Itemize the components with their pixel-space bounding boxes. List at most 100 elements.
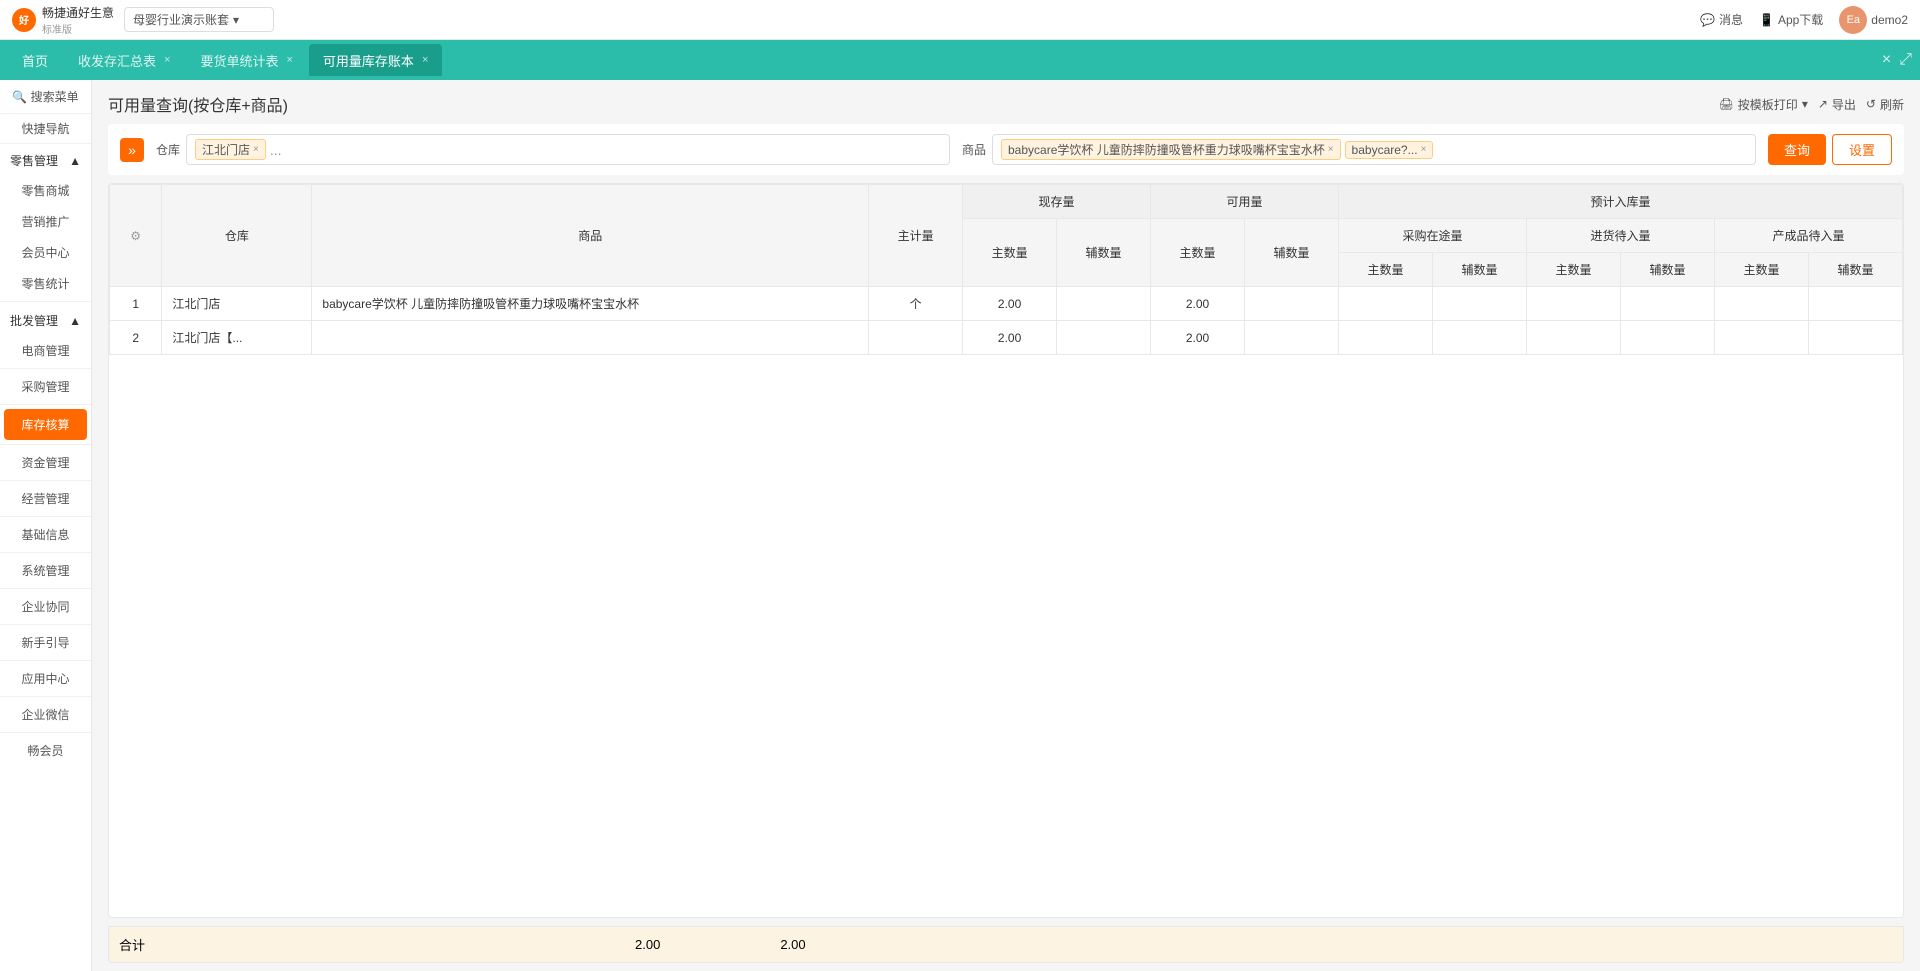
divider-1 <box>0 301 91 302</box>
close-window-button[interactable]: × <box>1882 51 1891 69</box>
app-download-button[interactable]: 📱 App下载 <box>1759 11 1823 28</box>
cell-purchase-main <box>1339 287 1433 321</box>
product-input[interactable]: babycare学饮杯 儿童防摔防撞吸管杯重力球吸嘴杯宝宝水杯 × babyca… <box>992 134 1756 165</box>
gear-icon[interactable]: ⚙ <box>130 229 141 243</box>
sidebar-item-purchase[interactable]: 采购管理 <box>0 371 91 402</box>
th-purchase-transit: 采购在途量 <box>1339 219 1527 253</box>
filter-expand-button[interactable]: » <box>120 138 144 162</box>
sidebar-section-wholesale-header[interactable]: 批发管理 ▲ <box>0 304 91 335</box>
cell-index: 2 <box>110 321 162 355</box>
sidebar-quick-nav[interactable]: 快捷导航 <box>0 114 91 144</box>
cell-available-sub <box>1245 321 1339 355</box>
tab-home[interactable]: 首页 <box>8 44 62 76</box>
sidebar-section-wholesale: 批发管理 ▲ 电商管理 <box>0 304 91 366</box>
cell-arrival-main <box>1526 287 1620 321</box>
chevron-icon: ▲ <box>69 314 81 328</box>
cell-current-main: 2.00 <box>963 321 1057 355</box>
cell-production-sub <box>1808 287 1902 321</box>
page-header: 可用量查询(按仓库+商品) 🖨 按模板打印 ▾ ↗ 导出 ↺ 刷新 <box>92 80 1920 124</box>
query-button[interactable]: 查询 <box>1768 134 1826 165</box>
th-main-unit: 主计量 <box>869 185 963 287</box>
table-row: 1 江北门店 babycare学饮杯 儿童防摔防撞吸管杯重力球吸嘴杯宝宝水杯 个… <box>110 287 1903 321</box>
th-available-sub: 辅数量 <box>1245 219 1339 287</box>
cell-arrival-sub <box>1620 287 1714 321</box>
filter-area: » 仓库 江北门店 × ... 商品 babycare学饮杯 儿童防摔防撞吸管杯… <box>108 124 1904 175</box>
cell-product: babycare学饮杯 儿童防摔防撞吸管杯重力球吸嘴杯宝宝水杯 <box>312 287 869 321</box>
cell-production-main <box>1714 287 1808 321</box>
close-icon[interactable]: × <box>286 54 292 66</box>
summary-available: 2.00 <box>780 937 805 952</box>
cell-current-sub <box>1057 321 1151 355</box>
cell-index: 1 <box>110 287 162 321</box>
sidebar-item-finance[interactable]: 资金管理 <box>0 447 91 478</box>
nav-tabs: 首页 收发存汇总表 × 要货单统计表 × 可用量库存账本 × × ⤢ <box>0 40 1920 80</box>
refresh-button[interactable]: ↺ 刷新 <box>1866 96 1904 113</box>
product-tag-1: babycare学饮杯 儿童防摔防撞吸管杯重力球吸嘴杯宝宝水杯 × <box>1001 139 1341 160</box>
logo-icon: 好 <box>12 8 36 32</box>
filter-dots-warehouse[interactable]: ... <box>270 142 282 158</box>
cell-current-sub <box>1057 287 1151 321</box>
filter-product-group: 商品 babycare学饮杯 儿童防摔防撞吸管杯重力球吸嘴杯宝宝水杯 × bab… <box>962 134 1756 165</box>
sidebar-item-ecommerce[interactable]: 电商管理 <box>0 335 91 366</box>
th-available-main: 主数量 <box>1151 219 1245 287</box>
table-footer: 合计 2.00 2.00 <box>108 926 1904 963</box>
close-icon[interactable]: × <box>422 54 428 66</box>
sidebar-item-inventory[interactable]: 库存核算 <box>4 409 87 440</box>
message-button[interactable]: 💬 消息 <box>1700 11 1743 28</box>
sidebar-search[interactable]: 🔍 搜索菜单 <box>0 80 91 114</box>
sidebar-item-new-guide[interactable]: 新手引导 <box>0 627 91 658</box>
cell-arrival-sub <box>1620 321 1714 355</box>
th-arrival-sub: 辅数量 <box>1620 253 1714 287</box>
sidebar-section-retail-header[interactable]: 零售管理 ▲ <box>0 144 91 175</box>
divider-4 <box>0 444 91 445</box>
printer-icon: 🖨 <box>1719 97 1734 111</box>
sidebar-item-system[interactable]: 系统管理 <box>0 555 91 586</box>
data-table: ⚙ 仓库 商品 主计量 现存量 可用量 预计入库量 主数量 辅数量 主数量 辅数… <box>109 184 1903 355</box>
sidebar-item-marketing[interactable]: 营销推广 <box>0 206 91 237</box>
tag-close-icon[interactable]: × <box>253 144 259 155</box>
divider-5 <box>0 480 91 481</box>
tag-close-icon[interactable]: × <box>1328 144 1334 155</box>
tag-close-icon[interactable]: × <box>1421 144 1427 155</box>
top-bar: 好 畅捷通好生意 标准版 母婴行业演示账套 ▾ 💬 消息 📱 App下载 Ea … <box>0 0 1920 40</box>
tab-shoufacun[interactable]: 收发存汇总表 × <box>64 44 184 76</box>
divider-9 <box>0 624 91 625</box>
sidebar-item-retail-store[interactable]: 零售商城 <box>0 175 91 206</box>
divider-6 <box>0 516 91 517</box>
summary-label: 合计 <box>119 935 145 954</box>
th-production-pending: 产成品待入量 <box>1714 219 1902 253</box>
logo-text-area: 畅捷通好生意 标准版 <box>42 4 114 36</box>
cell-production-main <box>1714 321 1808 355</box>
export-button[interactable]: ↗ 导出 <box>1818 96 1856 113</box>
summary-current: 2.00 <box>635 937 660 952</box>
sidebar-item-enterprise-collab[interactable]: 企业协同 <box>0 591 91 622</box>
tab-keyongliang[interactable]: 可用量库存账本 × <box>309 44 442 76</box>
th-current-sub: 辅数量 <box>1057 219 1151 287</box>
divider-11 <box>0 696 91 697</box>
tab-yaohuo[interactable]: 要货单统计表 × <box>186 44 306 76</box>
logo-area: 好 畅捷通好生意 标准版 <box>12 4 114 36</box>
sidebar-item-chang-member[interactable]: 畅会员 <box>0 735 91 766</box>
divider-7 <box>0 552 91 553</box>
setting-button[interactable]: 设置 <box>1832 134 1892 165</box>
warehouse-input[interactable]: 江北门店 × ... <box>186 134 950 165</box>
nav-actions: × ⤢ <box>1882 51 1912 69</box>
cell-purchase-sub <box>1433 287 1527 321</box>
user-menu[interactable]: Ea demo2 <box>1839 6 1908 34</box>
logo-text: 畅捷通好生意 <box>42 4 114 21</box>
th-purchase-main: 主数量 <box>1339 253 1433 287</box>
sidebar-item-enterprise-wechat[interactable]: 企业微信 <box>0 699 91 730</box>
sidebar-item-app-center[interactable]: 应用中心 <box>0 663 91 694</box>
industry-selector[interactable]: 母婴行业演示账套 ▾ <box>124 7 274 32</box>
close-icon[interactable]: × <box>164 54 170 66</box>
warehouse-tag-1: 江北门店 × <box>195 139 266 160</box>
sidebar-item-retail-stats[interactable]: 零售统计 <box>0 268 91 299</box>
sidebar-item-membership[interactable]: 会员中心 <box>0 237 91 268</box>
table-container: ⚙ 仓库 商品 主计量 现存量 可用量 预计入库量 主数量 辅数量 主数量 辅数… <box>108 183 1904 918</box>
expand-button[interactable]: ⤢ <box>1899 51 1912 69</box>
product-label: 商品 <box>962 141 986 158</box>
sidebar-item-basic-info[interactable]: 基础信息 <box>0 519 91 550</box>
print-button[interactable]: 🖨 按模板打印 ▾ <box>1719 96 1808 113</box>
sidebar-item-operations[interactable]: 经营管理 <box>0 483 91 514</box>
main-layout: 🔍 搜索菜单 快捷导航 零售管理 ▲ 零售商城 营销推广 会员中心 零售统计 <box>0 80 1920 971</box>
